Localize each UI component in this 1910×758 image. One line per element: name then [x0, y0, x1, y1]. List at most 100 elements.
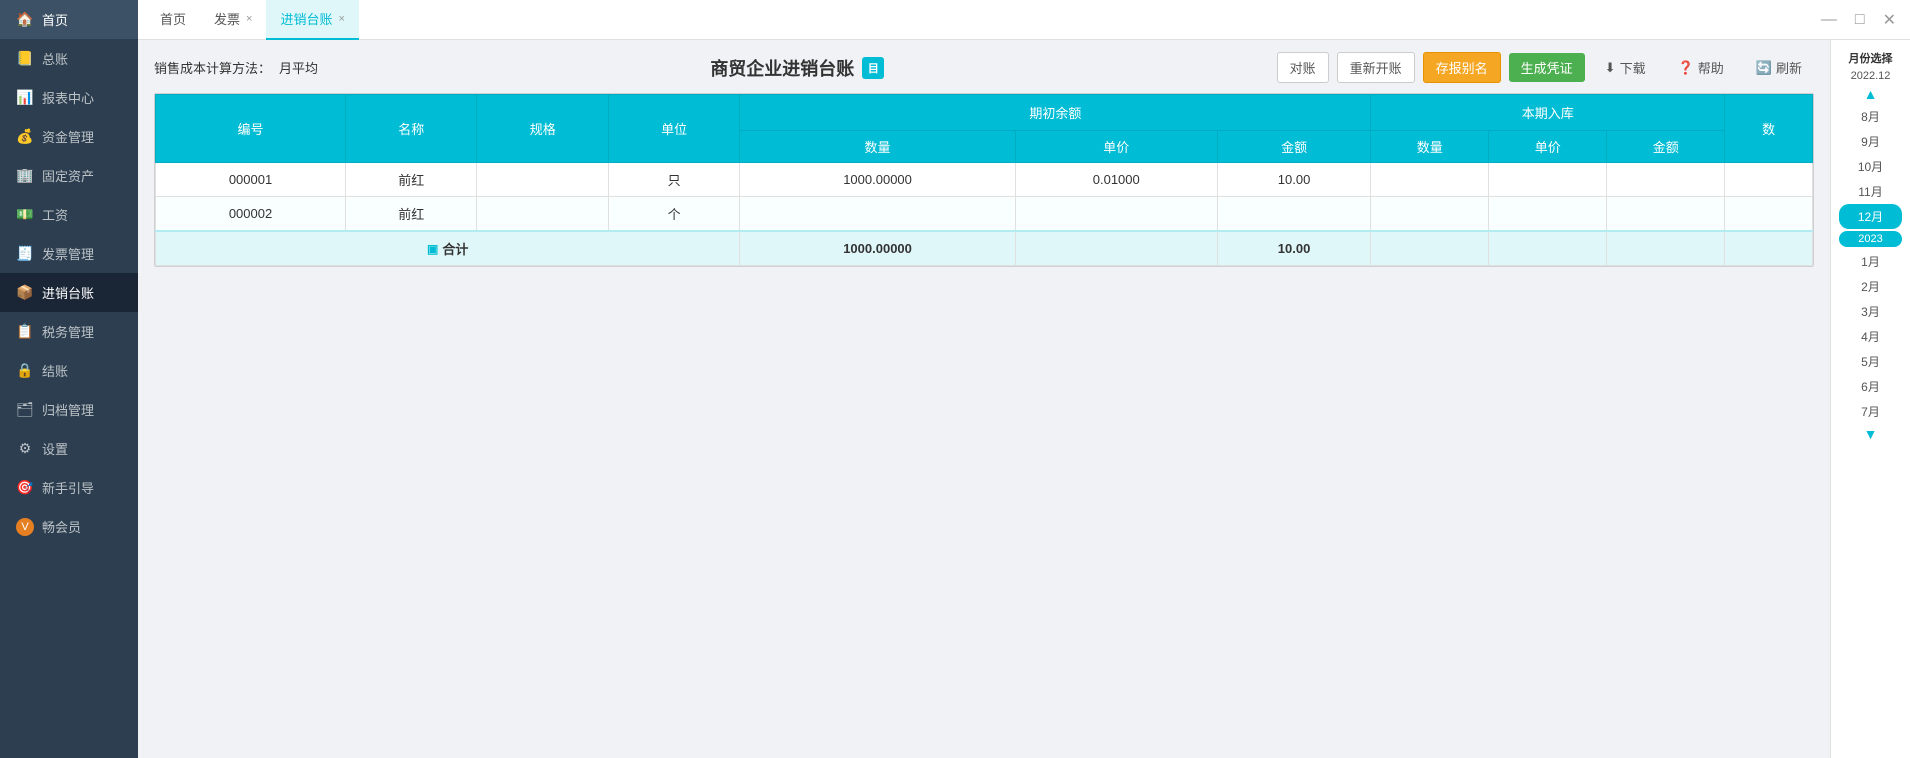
cell-qty-in [1371, 197, 1489, 232]
month-item-4[interactable]: 4月 [1831, 324, 1910, 349]
total-price-init [1015, 231, 1217, 266]
close-button[interactable]: ✕ [1877, 8, 1902, 32]
total-amount-in [1607, 231, 1725, 266]
sidebar-item-guide[interactable]: 🎯 新手引导 [0, 468, 138, 507]
tax-icon: 📋 [16, 323, 34, 341]
reconcile-button[interactable]: 对账 [1277, 52, 1329, 83]
sidebar: 🏠 首页 📒 总账 📊 报表中心 💰 资金管理 🏢 固定资产 💵 工资 🧾 发票… [0, 0, 138, 758]
month-item-5[interactable]: 5月 [1831, 349, 1910, 374]
col-group-in: 本期入库 [1371, 95, 1725, 131]
total-price-in [1489, 231, 1607, 266]
sidebar-item-payroll[interactable]: 💵 工资 [0, 195, 138, 234]
sidebar-item-label: 报表中心 [42, 88, 94, 107]
cell-amount-init: 10.00 [1217, 163, 1370, 197]
tab-home[interactable]: 首页 [146, 0, 200, 40]
total-label-cell: ▣ 合计 [156, 231, 740, 266]
content-area: 销售成本计算方法： 月平均 商贸企业进销台账 目 对账 重新开账 存报别名 生成… [138, 40, 1910, 758]
cell-price-in [1489, 163, 1607, 197]
sidebar-item-home[interactable]: 🏠 首页 [0, 0, 138, 39]
sidebar-item-tax-management[interactable]: 📋 税务管理 [0, 312, 138, 351]
data-table: 编号 名称 规格 单位 期初余额 本期入库 数 数量 单价 金额 数 [155, 94, 1813, 266]
assets-icon: 🏢 [16, 167, 34, 185]
generate-voucher-button[interactable]: 生成凭证 [1509, 53, 1585, 82]
home-icon: 🏠 [16, 11, 34, 29]
month-item-12[interactable]: 12月 [1839, 204, 1902, 229]
download-button[interactable]: ⬇ 下载 [1593, 53, 1658, 82]
ledger-icon: 📒 [16, 50, 34, 68]
sidebar-item-purchase-sales[interactable]: 📦 进销台账 [0, 273, 138, 312]
sidebar-item-fixed-assets[interactable]: 🏢 固定资产 [0, 156, 138, 195]
sidebar-item-label: 设置 [42, 439, 68, 458]
total-qty-in [1371, 231, 1489, 266]
page-title: 商贸企业进销台账 [710, 55, 854, 81]
help-button[interactable]: ❓ 帮助 [1666, 53, 1736, 82]
total-label: 合计 [442, 239, 468, 258]
settings-icon: ⚙ [16, 440, 34, 458]
month-item-2[interactable]: 2月 [1831, 274, 1910, 299]
cost-method-value: 月平均 [279, 58, 318, 77]
cell-extra [1725, 163, 1813, 197]
sidebar-item-label: 新手引导 [42, 478, 94, 497]
month-item-9[interactable]: 9月 [1831, 129, 1910, 154]
sidebar-item-vip[interactable]: V 畅会员 [0, 507, 138, 546]
minimize-button[interactable]: — [1815, 8, 1843, 32]
month-item-1[interactable]: 1月 [1831, 249, 1910, 274]
top-info-bar: 销售成本计算方法： 月平均 商贸企业进销台账 目 对账 重新开账 存报别名 生成… [154, 52, 1814, 83]
cell-qty-init [740, 197, 1015, 232]
total-icon: ▣ [427, 242, 438, 256]
month-item-10[interactable]: 10月 [1831, 154, 1910, 179]
cell-amount-in [1607, 163, 1725, 197]
tab-invoice-label: 发票 [214, 9, 240, 28]
sidebar-item-label: 首页 [42, 10, 68, 29]
month-item-6[interactable]: 6月 [1831, 374, 1910, 399]
sidebar-item-label: 资金管理 [42, 127, 94, 146]
cell-unit: 只 [608, 163, 739, 197]
sidebar-item-invoice-management[interactable]: 🧾 发票管理 [0, 234, 138, 273]
tab-purchase-sales-close[interactable]: × [338, 13, 344, 25]
month-item-11[interactable]: 11月 [1831, 179, 1910, 204]
sidebar-item-label: 工资 [42, 205, 68, 224]
month-item-3[interactable]: 3月 [1831, 299, 1910, 324]
month-scroll-up[interactable]: ▲ [1831, 84, 1910, 104]
col-header-amount-init: 金额 [1217, 131, 1370, 163]
tab-purchase-sales[interactable]: 进销台账 × [266, 0, 358, 40]
cost-method-label: 销售成本计算方法： [154, 58, 271, 77]
cell-qty-init: 1000.00000 [740, 163, 1015, 197]
page-title-icon[interactable]: 目 [862, 57, 884, 79]
refresh-label: 刷新 [1776, 58, 1802, 77]
fund-icon: 💰 [16, 128, 34, 146]
month-scroll-down[interactable]: ▼ [1831, 424, 1910, 444]
col-header-spec: 规格 [477, 95, 608, 163]
cell-qty-in [1371, 163, 1489, 197]
month-item-8[interactable]: 8月 [1831, 104, 1910, 129]
cell-name: 前红 [346, 197, 477, 232]
sidebar-item-fund-management[interactable]: 💰 资金管理 [0, 117, 138, 156]
month-item-7[interactable]: 7月 [1831, 399, 1910, 424]
col-header-price-init: 单价 [1015, 131, 1217, 163]
col-header-name: 名称 [346, 95, 477, 163]
total-extra [1725, 231, 1813, 266]
sidebar-item-archive[interactable]: 🗂 归档管理 [0, 390, 138, 429]
cell-extra [1725, 197, 1813, 232]
main-area: 首页 发票 × 进销台账 × — □ ✕ 销售成本计算方法： 月平均 商贸 [138, 0, 1910, 758]
tab-invoice-close[interactable]: × [246, 13, 252, 25]
sidebar-item-general-ledger[interactable]: 📒 总账 [0, 39, 138, 78]
save-as-button[interactable]: 存报别名 [1423, 52, 1501, 83]
refresh-button[interactable]: 🔄 刷新 [1744, 53, 1814, 82]
sidebar-item-closing[interactable]: 🔒 结账 [0, 351, 138, 390]
tab-home-label: 首页 [160, 9, 186, 28]
window-controls: — □ ✕ [1815, 8, 1902, 32]
sidebar-item-label: 总账 [42, 49, 68, 68]
download-icon: ⬇ [1605, 60, 1616, 76]
sidebar-item-report-center[interactable]: 📊 报表中心 [0, 78, 138, 117]
col-header-price-in: 单价 [1489, 131, 1607, 163]
cell-price-init [1015, 197, 1217, 232]
cell-amount-init [1217, 197, 1370, 232]
tab-invoice[interactable]: 发票 × [200, 0, 266, 40]
reopen-button[interactable]: 重新开账 [1337, 52, 1415, 83]
archive-icon: 🗂 [16, 401, 34, 419]
sidebar-item-settings[interactable]: ⚙ 设置 [0, 429, 138, 468]
maximize-button[interactable]: □ [1849, 8, 1871, 32]
tab-purchase-sales-label: 进销台账 [280, 9, 332, 28]
purchase-icon: 📦 [16, 284, 34, 302]
